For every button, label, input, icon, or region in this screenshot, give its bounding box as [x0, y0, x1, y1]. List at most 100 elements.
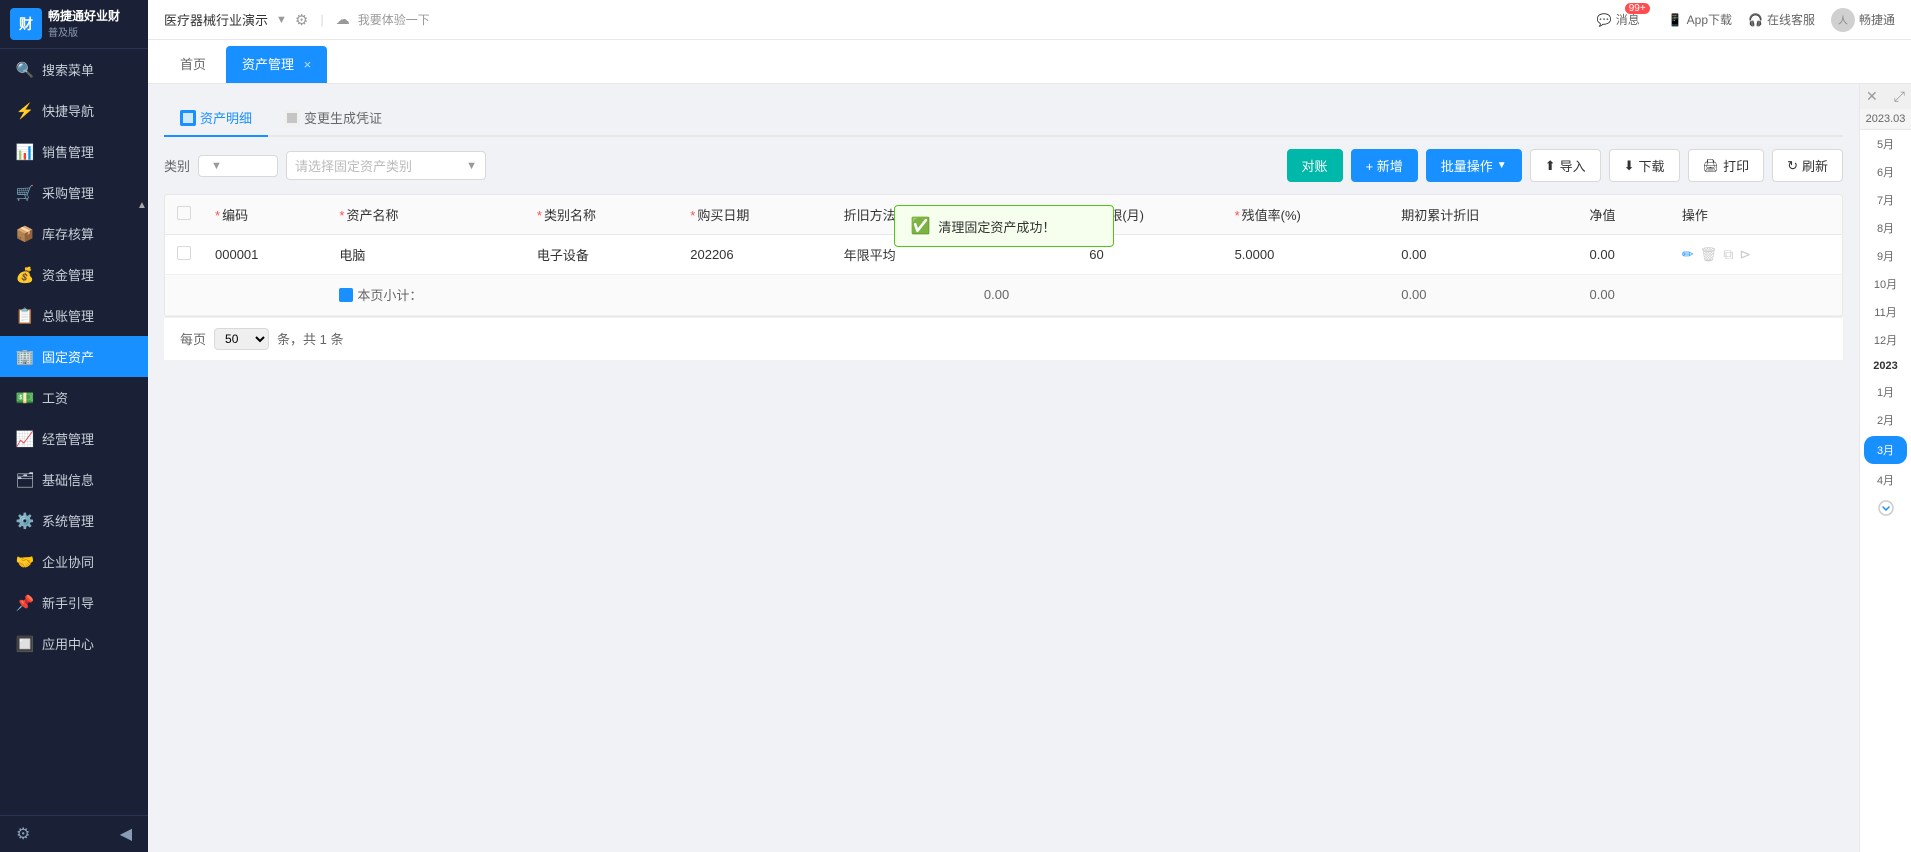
- import-icon: ⬆: [1545, 158, 1556, 174]
- select-all-checkbox[interactable]: [177, 206, 191, 220]
- subtab-change-voucher-label: 变更生成凭证: [304, 108, 382, 127]
- sidebar-item-inventory[interactable]: 📦 库存核算: [0, 213, 148, 254]
- col-header-purchase-date: *购买日期: [678, 195, 831, 235]
- subtab-change-voucher[interactable]: 变更生成凭证: [268, 100, 398, 137]
- logo-icon: 财: [10, 8, 42, 40]
- filter-asset-category-input[interactable]: 请选择固定资产类别 ▼: [286, 151, 486, 180]
- company-name: 医疗器械行业演示: [164, 10, 268, 29]
- sales-icon: 📊: [16, 143, 34, 161]
- new-button[interactable]: + 新增: [1351, 149, 1418, 182]
- sidebar-item-capital[interactable]: 💰 资金管理: [0, 254, 148, 295]
- col-header-operations: 操作: [1670, 195, 1842, 235]
- online-service-label: 在线客服: [1767, 11, 1815, 28]
- batch-ops-label: 批量操作: [1441, 156, 1493, 175]
- basicinfo-icon: 🗂: [16, 471, 34, 489]
- toolbar-left: 类别 ▼ 请选择固定资产类别 ▼: [164, 151, 486, 180]
- subtab-asset-detail-label: 资产明细: [200, 108, 252, 127]
- sidebar-item-bizmanage[interactable]: 📈 经营管理: [0, 418, 148, 459]
- tab-close-icon[interactable]: ×: [304, 57, 312, 72]
- batch-ops-button[interactable]: 批量操作 ▼: [1426, 149, 1522, 182]
- timeline-month-6[interactable]: 6月: [1860, 158, 1911, 186]
- print-button[interactable]: 🖨 打印: [1688, 149, 1765, 182]
- timeline-month-12[interactable]: 12月: [1860, 326, 1911, 354]
- filter-category-select[interactable]: ▼: [198, 155, 278, 177]
- sidebar-item-enterprise[interactable]: 🤝 企业协同: [0, 541, 148, 582]
- more-icon[interactable]: ⊳: [1739, 246, 1751, 263]
- timeline: 5月 6月 7月 8月 9月 10月 11月 12月 2023 1月 2月 3月…: [1860, 130, 1911, 852]
- timeline-month-3-current[interactable]: 3月: [1864, 436, 1907, 464]
- message-badge: 99+: [1625, 3, 1650, 14]
- right-panel-expand-icon[interactable]: ⤢: [1894, 88, 1905, 105]
- avatar: 人: [1831, 8, 1855, 32]
- per-page-select[interactable]: 50 100: [214, 328, 269, 350]
- sidebar-item-purchase[interactable]: 🛒 采购管理: [0, 172, 148, 213]
- download-label: 下载: [1639, 156, 1665, 175]
- sidebar-item-fixedassets[interactable]: 🏢 固定资产: [0, 336, 148, 377]
- sidebar-item-appcenter[interactable]: 🔲 应用中心: [0, 623, 148, 664]
- sidebar-scroll-up[interactable]: ▲: [137, 200, 147, 211]
- sidebar-item-label: 总账管理: [42, 306, 94, 325]
- import-button[interactable]: ⬆ 导入: [1530, 149, 1601, 182]
- toast-message: 清理固定资产成功！: [938, 217, 1055, 236]
- sidebar-item-search[interactable]: 🔍 搜索菜单: [0, 49, 148, 90]
- timeline-month-5[interactable]: 5月: [1860, 130, 1911, 158]
- sidebar-item-quicknav[interactable]: ⚡ 快捷导航: [0, 90, 148, 131]
- sidebar-item-label: 资金管理: [42, 265, 94, 284]
- timeline-month-9[interactable]: 9月: [1860, 242, 1911, 270]
- online-service-button[interactable]: 🎧 在线客服: [1748, 11, 1815, 28]
- import-label: 导入: [1560, 156, 1586, 175]
- refresh-label: 刷新: [1802, 156, 1828, 175]
- sidebar-item-payroll[interactable]: 💵 工资: [0, 377, 148, 418]
- refresh-icon: ↻: [1787, 158, 1798, 174]
- delete-icon[interactable]: 🗑: [1700, 246, 1718, 263]
- timeline-month-8[interactable]: 8月: [1860, 214, 1911, 242]
- subtab-asset-detail[interactable]: 资产明细: [164, 100, 268, 137]
- timeline-month-11[interactable]: 11月: [1860, 298, 1911, 326]
- timeline-month-1[interactable]: 1月: [1860, 378, 1911, 406]
- sidebar-item-ledger[interactable]: 📋 总账管理: [0, 295, 148, 336]
- app-download-label: App下载: [1687, 11, 1732, 28]
- col-header-residual-rate: *残值率(%): [1223, 195, 1390, 235]
- timeline-down-arrow[interactable]: [1860, 494, 1911, 525]
- topbar-settings-icon[interactable]: ⚙: [295, 11, 308, 29]
- subtotal-original: 0.00: [972, 275, 1077, 316]
- row-purchase-date: 202206: [678, 235, 831, 275]
- sidebar-item-basicinfo[interactable]: 🗂 基础信息: [0, 459, 148, 500]
- sidebar-item-sales[interactable]: 📊 销售管理: [0, 131, 148, 172]
- timeline-month-7[interactable]: 7月: [1860, 186, 1911, 214]
- download-button[interactable]: ⬇ 下载: [1609, 149, 1680, 182]
- sidebar-item-label: 搜索菜单: [42, 60, 94, 79]
- sidebar-item-system[interactable]: ⚙️ 系统管理: [0, 500, 148, 541]
- tab-asset-manage[interactable]: 资产管理 ×: [226, 46, 327, 83]
- asset-detail-icon: [180, 110, 196, 126]
- company-dropdown-icon[interactable]: ▼: [276, 14, 287, 26]
- user-info: 人 畅捷通: [1831, 8, 1895, 32]
- sidebar-logo: 财 畅捷通好业财 普及版: [0, 0, 148, 49]
- timeline-month-10[interactable]: 10月: [1860, 270, 1911, 298]
- tab-home[interactable]: 首页: [164, 46, 222, 83]
- copy-icon[interactable]: ⧉: [1723, 246, 1733, 263]
- sidebar-item-guide[interactable]: 📌 新手引导: [0, 582, 148, 623]
- reconcile-button[interactable]: 对账: [1287, 149, 1343, 182]
- right-panel-date-label: 2023.03: [1860, 109, 1911, 130]
- tab-home-label: 首页: [180, 57, 206, 72]
- col-header-code: *编码: [203, 195, 327, 235]
- sidebar-item-label: 基础信息: [42, 470, 94, 489]
- fixedassets-icon: 🏢: [16, 348, 34, 366]
- message-button[interactable]: 💬 消息 99+: [1597, 11, 1640, 28]
- app-download-button[interactable]: 📱 App下载: [1668, 11, 1732, 28]
- sidebar-settings-icon[interactable]: ⚙: [16, 824, 30, 844]
- edit-icon[interactable]: ✏: [1682, 246, 1694, 263]
- experience-label[interactable]: 我要体验一下: [358, 11, 430, 28]
- row-checkbox[interactable]: [177, 246, 191, 260]
- timeline-month-4[interactable]: 4月: [1860, 466, 1911, 494]
- sidebar-collapse-icon[interactable]: ◀: [120, 824, 132, 844]
- col-header-checkbox: [165, 195, 203, 235]
- refresh-button[interactable]: ↻ 刷新: [1772, 149, 1843, 182]
- content: 资产明细 变更生成凭证 类别 ▼: [148, 84, 1911, 852]
- right-panel: ✕ ⤢ 2023.03 5月 6月 7月 8月 9月 10月 11月 12月 2…: [1859, 84, 1911, 852]
- subtotal-row: 本页小计： 0.00 0.00 0.00: [165, 275, 1842, 316]
- right-panel-close-icon[interactable]: ✕: [1866, 88, 1878, 105]
- topbar: 医疗器械行业演示 ▼ ⚙ | ☁ 我要体验一下 💬 消息 99+ 📱 App下载…: [148, 0, 1911, 40]
- timeline-month-2[interactable]: 2月: [1860, 406, 1911, 434]
